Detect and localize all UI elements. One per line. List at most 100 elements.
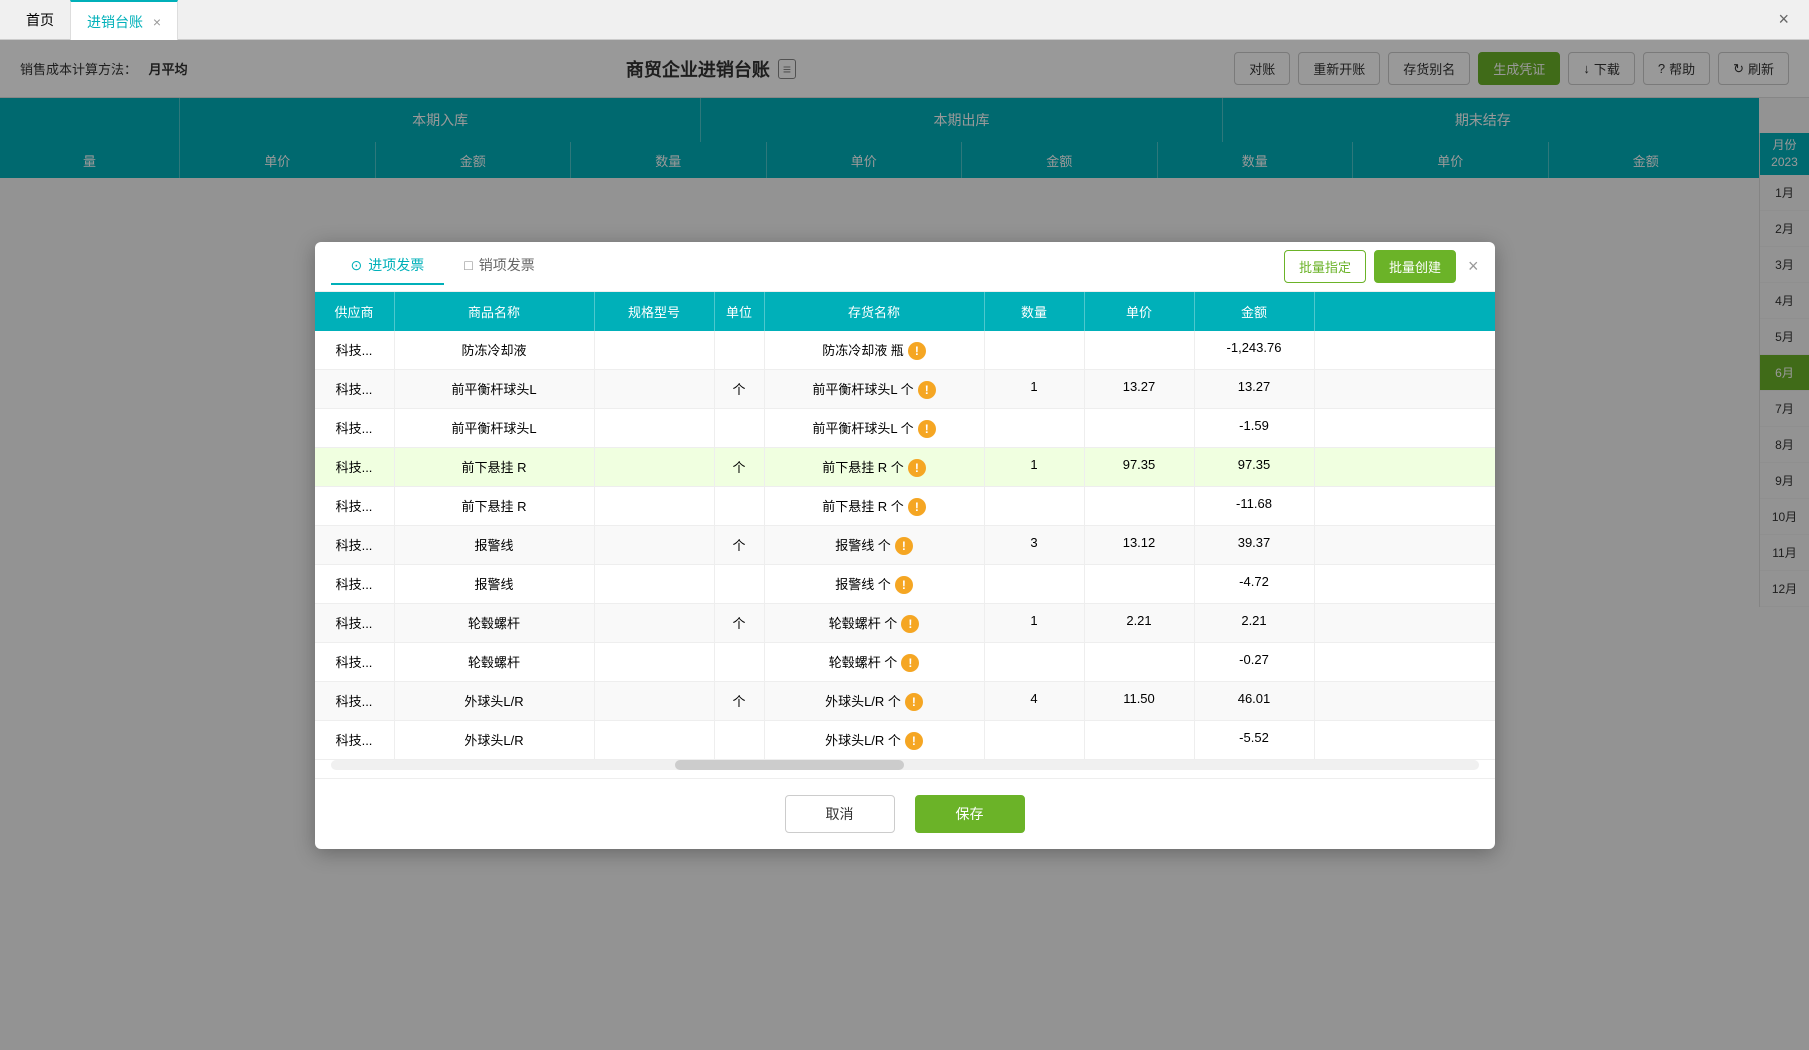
table-row[interactable]: 科技...轮毂螺杆个轮毂螺杆 个!12.212.21 <box>315 604 1495 643</box>
table-row[interactable]: 科技...轮毂螺杆轮毂螺杆 个!-0.27 <box>315 643 1495 682</box>
tab-home[interactable]: 首页 <box>10 0 70 40</box>
table-cell: 个 <box>715 604 765 642</box>
table-cell: 1 <box>985 604 1085 642</box>
table-cell: 外球头L/R <box>395 682 595 720</box>
table-cell: 科技... <box>315 565 395 603</box>
warning-icon: ! <box>908 342 926 360</box>
table-cell: 前下悬挂 R 个! <box>765 487 985 525</box>
th-price: 单价 <box>1085 292 1195 331</box>
modal-header-actions: 批量指定 批量创建 <box>1284 250 1456 283</box>
table-cell <box>595 643 715 681</box>
modal-scrollbar[interactable] <box>331 760 1479 770</box>
table-cell: 防冻冷却液 瓶! <box>765 331 985 369</box>
table-cell <box>715 565 765 603</box>
table-cell <box>595 331 715 369</box>
table-cell: 外球头L/R <box>395 721 595 759</box>
table-row[interactable]: 科技...前下悬挂 R个前下悬挂 R 个!197.3597.35 <box>315 448 1495 487</box>
table-cell: 轮毂螺杆 个! <box>765 643 985 681</box>
th-amount: 金额 <box>1195 292 1315 331</box>
btn-save[interactable]: 保存 <box>915 795 1025 833</box>
table-row[interactable]: 科技...前平衡杆球头L前平衡杆球头L 个!-1.59 <box>315 409 1495 448</box>
table-cell: 外球头L/R 个! <box>765 721 985 759</box>
table-row[interactable]: 科技...前下悬挂 R前下悬挂 R 个!-11.68 <box>315 487 1495 526</box>
table-cell: 科技... <box>315 409 395 447</box>
table-cell: 13.12 <box>1085 526 1195 564</box>
btn-batch-create[interactable]: 批量创建 <box>1374 250 1456 283</box>
invoice-out-icon: □ <box>464 257 472 273</box>
table-cell: -11.68 <box>1195 487 1315 525</box>
table-cell: 13.27 <box>1195 370 1315 408</box>
btn-batch-assign[interactable]: 批量指定 <box>1284 250 1366 283</box>
table-cell <box>985 487 1085 525</box>
modal-scrollbar-thumb[interactable] <box>675 760 905 770</box>
table-cell <box>1085 409 1195 447</box>
tab-ledger[interactable]: 进销台账 × <box>70 0 178 40</box>
table-row[interactable]: 科技...防冻冷却液防冻冷却液 瓶!-1,243.76 <box>315 331 1495 370</box>
table-row[interactable]: 科技...外球头L/R外球头L/R 个!-5.52 <box>315 721 1495 760</box>
table-cell: 科技... <box>315 526 395 564</box>
modal-tab-inbound[interactable]: ⊙ 进项发票 <box>331 247 445 285</box>
table-cell: 科技... <box>315 682 395 720</box>
table-cell: 个 <box>715 370 765 408</box>
table-cell: 1 <box>985 370 1085 408</box>
warning-icon: ! <box>895 576 913 594</box>
table-cell <box>1085 487 1195 525</box>
main-content: 销售成本计算方法： 月平均 商贸企业进销台账 ≡ 对账 重新开账 存货别名 生成… <box>0 40 1809 1050</box>
table-cell <box>1085 643 1195 681</box>
table-cell: 轮毂螺杆 <box>395 604 595 642</box>
btn-cancel[interactable]: 取消 <box>785 795 895 833</box>
table-cell <box>985 331 1085 369</box>
table-cell <box>595 565 715 603</box>
table-cell: 个 <box>715 682 765 720</box>
modal-close-button[interactable]: × <box>1468 256 1479 277</box>
table-cell <box>1085 721 1195 759</box>
table-cell <box>595 370 715 408</box>
warning-icon: ! <box>905 693 923 711</box>
table-cell <box>595 721 715 759</box>
table-cell <box>985 721 1085 759</box>
th-supplier: 供应商 <box>315 292 395 331</box>
table-row[interactable]: 科技...报警线个报警线 个!313.1239.37 <box>315 526 1495 565</box>
table-cell: 报警线 <box>395 565 595 603</box>
table-cell: 前平衡杆球头L <box>395 409 595 447</box>
invoice-in-icon: ⊙ <box>351 257 363 274</box>
table-cell <box>715 721 765 759</box>
warning-icon: ! <box>901 654 919 672</box>
table-cell: 报警线 个! <box>765 526 985 564</box>
table-cell <box>595 448 715 486</box>
table-cell <box>595 487 715 525</box>
table-row[interactable]: 科技...报警线报警线 个!-4.72 <box>315 565 1495 604</box>
table-cell <box>715 643 765 681</box>
table-cell <box>1085 565 1195 603</box>
table-cell: 轮毂螺杆 <box>395 643 595 681</box>
table-cell <box>595 682 715 720</box>
modal-footer: 取消 保存 <box>315 778 1495 849</box>
table-cell: 1 <box>985 448 1085 486</box>
th-spec: 规格型号 <box>595 292 715 331</box>
table-cell: 13.27 <box>1085 370 1195 408</box>
table-row[interactable]: 科技...外球头L/R个外球头L/R 个!411.5046.01 <box>315 682 1495 721</box>
table-row[interactable]: 科技...前平衡杆球头L个前平衡杆球头L 个!113.2713.27 <box>315 370 1495 409</box>
warning-icon: ! <box>895 537 913 555</box>
table-cell: 科技... <box>315 643 395 681</box>
modal-header: ⊙ 进项发票 □ 销项发票 批量指定 批量创建 × <box>315 242 1495 292</box>
warning-icon: ! <box>908 498 926 516</box>
table-cell: 防冻冷却液 <box>395 331 595 369</box>
table-cell <box>985 565 1085 603</box>
table-cell: 97.35 <box>1195 448 1315 486</box>
table-cell: -4.72 <box>1195 565 1315 603</box>
table-cell: 外球头L/R 个! <box>765 682 985 720</box>
th-unit: 单位 <box>715 292 765 331</box>
tab-close-icon[interactable]: × <box>153 14 161 30</box>
table-cell: 前下悬挂 R <box>395 487 595 525</box>
modal-tab-outbound[interactable]: □ 销项发票 <box>444 247 554 285</box>
table-cell <box>985 409 1085 447</box>
table-cell <box>595 604 715 642</box>
table-cell: 97.35 <box>1085 448 1195 486</box>
table-cell: 3 <box>985 526 1085 564</box>
table-cell <box>595 526 715 564</box>
table-cell: 39.37 <box>1195 526 1315 564</box>
window-close-button[interactable]: × <box>1768 9 1799 30</box>
warning-icon: ! <box>918 381 936 399</box>
table-cell <box>985 643 1085 681</box>
